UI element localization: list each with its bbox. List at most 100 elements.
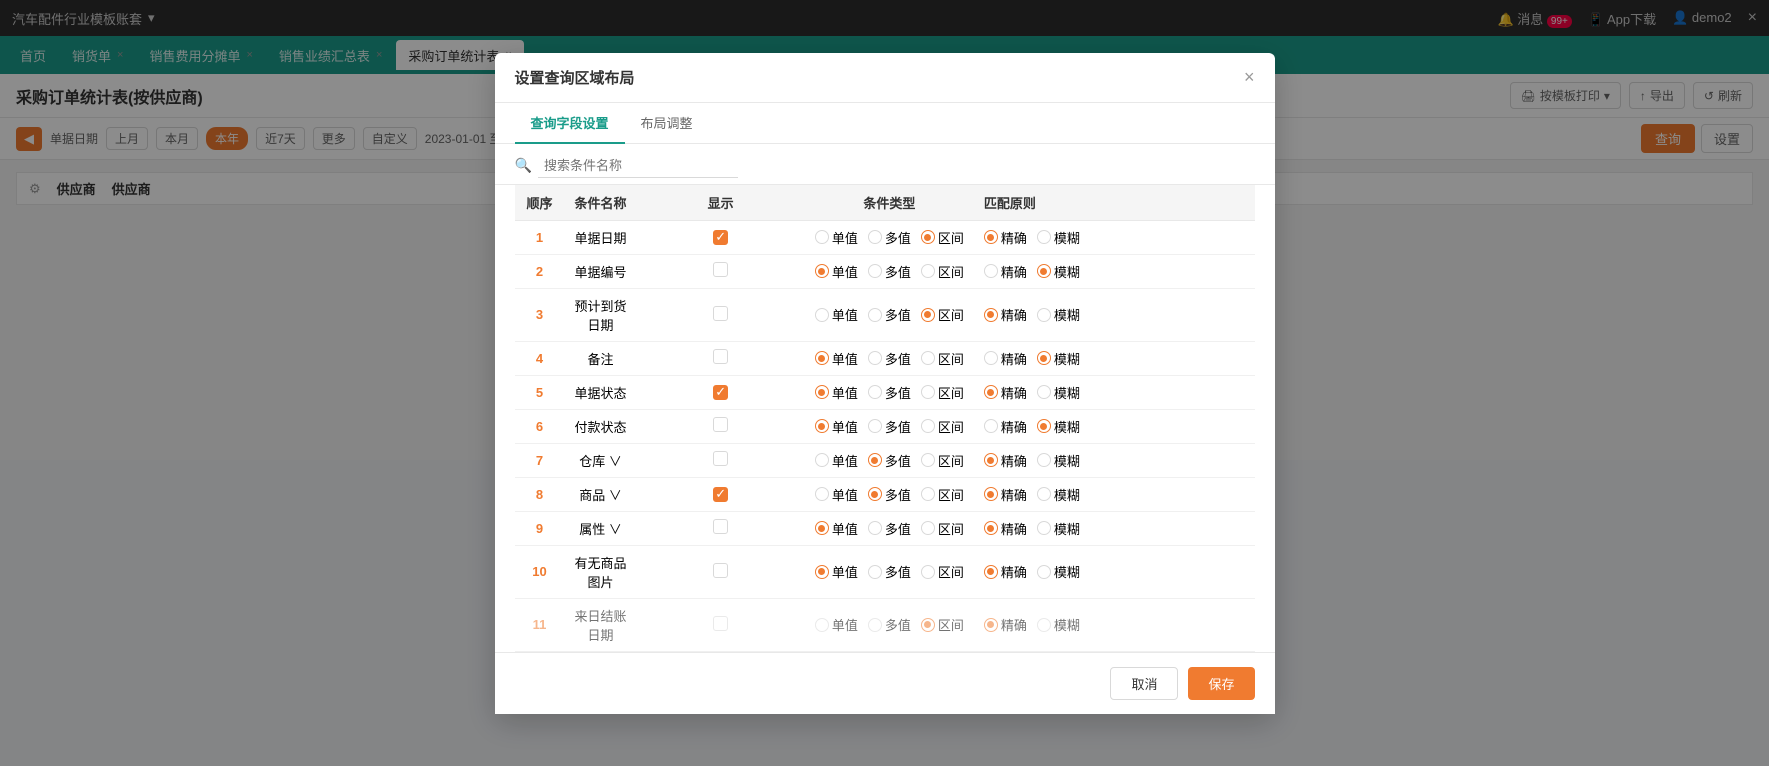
radio-type-区间[interactable]: 区间 <box>921 383 964 402</box>
radio-type-区间[interactable]: 区间 <box>921 485 964 504</box>
modal-tab-layout[interactable]: 布局调整 <box>625 103 709 144</box>
cell-type: 单值多值区间 <box>805 545 974 598</box>
display-checkbox[interactable] <box>713 417 728 432</box>
radio-type-区间[interactable]: 区间 <box>921 562 964 581</box>
display-checkbox[interactable] <box>713 519 728 534</box>
radio-type-多值[interactable]: 多值 <box>868 349 911 368</box>
search-input[interactable] <box>538 154 738 178</box>
radio-type-区间[interactable]: 区间 <box>921 451 964 470</box>
cell-display[interactable] <box>637 341 805 375</box>
radio-type-区间[interactable]: 区间 <box>921 417 964 436</box>
radio-type-单值[interactable]: 单值 <box>815 228 858 247</box>
radio-label: 模糊 <box>1054 485 1080 504</box>
display-checkbox[interactable]: ✓ <box>713 487 728 502</box>
radio-match-精确[interactable]: 精确 <box>984 615 1027 634</box>
radio-type-区间[interactable]: 区间 <box>921 615 964 634</box>
radio-type-区间[interactable]: 区间 <box>921 262 964 281</box>
radio-match-精确[interactable]: 精确 <box>984 228 1027 247</box>
radio-match-模糊[interactable]: 模糊 <box>1037 262 1080 281</box>
cell-display[interactable] <box>637 288 805 341</box>
save-button[interactable]: 保存 <box>1188 667 1254 700</box>
radio-circle <box>1037 351 1051 365</box>
radio-match-模糊[interactable]: 模糊 <box>1037 305 1080 324</box>
radio-type-区间[interactable]: 区间 <box>921 228 964 247</box>
radio-type-多值[interactable]: 多值 <box>868 228 911 247</box>
modal-overlay[interactable]: 设置查询区域布局 × 查询字段设置 布局调整 🔍 顺序 条件名称 <box>0 0 1769 766</box>
radio-match-精确[interactable]: 精确 <box>984 349 1027 368</box>
radio-match-精确[interactable]: 精确 <box>984 417 1027 436</box>
display-checkbox[interactable] <box>713 262 728 277</box>
radio-type-区间[interactable]: 区间 <box>921 519 964 538</box>
radio-type-多值[interactable]: 多值 <box>868 519 911 538</box>
radio-match-精确[interactable]: 精确 <box>984 485 1027 504</box>
radio-circle <box>921 521 935 535</box>
radio-match-精确[interactable]: 精确 <box>984 451 1027 470</box>
radio-type-单值[interactable]: 单值 <box>815 562 858 581</box>
cell-display[interactable] <box>637 409 805 443</box>
radio-type-多值[interactable]: 多值 <box>868 417 911 436</box>
cancel-button[interactable]: 取消 <box>1110 667 1178 700</box>
radio-match-精确[interactable]: 精确 <box>984 383 1027 402</box>
cell-display[interactable] <box>637 443 805 477</box>
radio-label: 多值 <box>885 305 911 324</box>
radio-circle <box>984 308 998 322</box>
radio-label: 区间 <box>938 383 964 402</box>
radio-type-单值[interactable]: 单值 <box>815 519 858 538</box>
radio-match-精确[interactable]: 精确 <box>984 262 1027 281</box>
display-checkbox[interactable]: ✓ <box>713 385 728 400</box>
radio-type-区间[interactable]: 区间 <box>921 305 964 324</box>
cell-display[interactable]: ✓ <box>637 477 805 511</box>
radio-type-多值[interactable]: 多值 <box>868 615 911 634</box>
radio-match-模糊[interactable]: 模糊 <box>1037 383 1080 402</box>
radio-type-单值[interactable]: 单值 <box>815 485 858 504</box>
modal-close-button[interactable]: × <box>1244 68 1255 86</box>
cell-display[interactable] <box>637 545 805 598</box>
radio-label: 多值 <box>885 615 911 634</box>
display-checkbox[interactable] <box>713 451 728 466</box>
cell-display[interactable] <box>637 511 805 545</box>
cell-type: 单值多值区间 <box>805 443 974 477</box>
radio-label: 模糊 <box>1054 451 1080 470</box>
radio-label: 区间 <box>938 349 964 368</box>
radio-circle <box>815 264 829 278</box>
radio-type-单值[interactable]: 单值 <box>815 615 858 634</box>
radio-circle <box>921 453 935 467</box>
radio-match-模糊[interactable]: 模糊 <box>1037 228 1080 247</box>
radio-type-单值[interactable]: 单值 <box>815 383 858 402</box>
cell-display[interactable] <box>637 598 805 651</box>
cell-display[interactable] <box>637 254 805 288</box>
radio-match-精确[interactable]: 精确 <box>984 519 1027 538</box>
radio-match-模糊[interactable]: 模糊 <box>1037 615 1080 634</box>
display-checkbox[interactable] <box>713 563 728 578</box>
radio-label: 精确 <box>1001 417 1027 436</box>
radio-type-多值[interactable]: 多值 <box>868 383 911 402</box>
display-checkbox[interactable]: ✓ <box>713 230 728 245</box>
display-checkbox[interactable] <box>713 349 728 364</box>
radio-match-精确[interactable]: 精确 <box>984 305 1027 324</box>
radio-match-模糊[interactable]: 模糊 <box>1037 519 1080 538</box>
radio-match-模糊[interactable]: 模糊 <box>1037 485 1080 504</box>
cell-name: 有无商品图片 <box>565 545 637 598</box>
radio-label: 精确 <box>1001 383 1027 402</box>
radio-type-区间[interactable]: 区间 <box>921 349 964 368</box>
radio-type-多值[interactable]: 多值 <box>868 305 911 324</box>
cell-display[interactable]: ✓ <box>637 375 805 409</box>
radio-type-单值[interactable]: 单值 <box>815 305 858 324</box>
display-checkbox[interactable] <box>713 616 728 631</box>
display-checkbox[interactable] <box>713 306 728 321</box>
radio-type-单值[interactable]: 单值 <box>815 451 858 470</box>
cell-display[interactable]: ✓ <box>637 220 805 254</box>
radio-type-单值[interactable]: 单值 <box>815 349 858 368</box>
radio-match-模糊[interactable]: 模糊 <box>1037 562 1080 581</box>
radio-type-单值[interactable]: 单值 <box>815 262 858 281</box>
modal-tab-fields[interactable]: 查询字段设置 <box>515 103 625 144</box>
radio-match-精确[interactable]: 精确 <box>984 562 1027 581</box>
radio-match-模糊[interactable]: 模糊 <box>1037 451 1080 470</box>
radio-match-模糊[interactable]: 模糊 <box>1037 417 1080 436</box>
radio-match-模糊[interactable]: 模糊 <box>1037 349 1080 368</box>
radio-type-单值[interactable]: 单值 <box>815 417 858 436</box>
radio-type-多值[interactable]: 多值 <box>868 451 911 470</box>
radio-type-多值[interactable]: 多值 <box>868 262 911 281</box>
radio-type-多值[interactable]: 多值 <box>868 562 911 581</box>
radio-type-多值[interactable]: 多值 <box>868 485 911 504</box>
